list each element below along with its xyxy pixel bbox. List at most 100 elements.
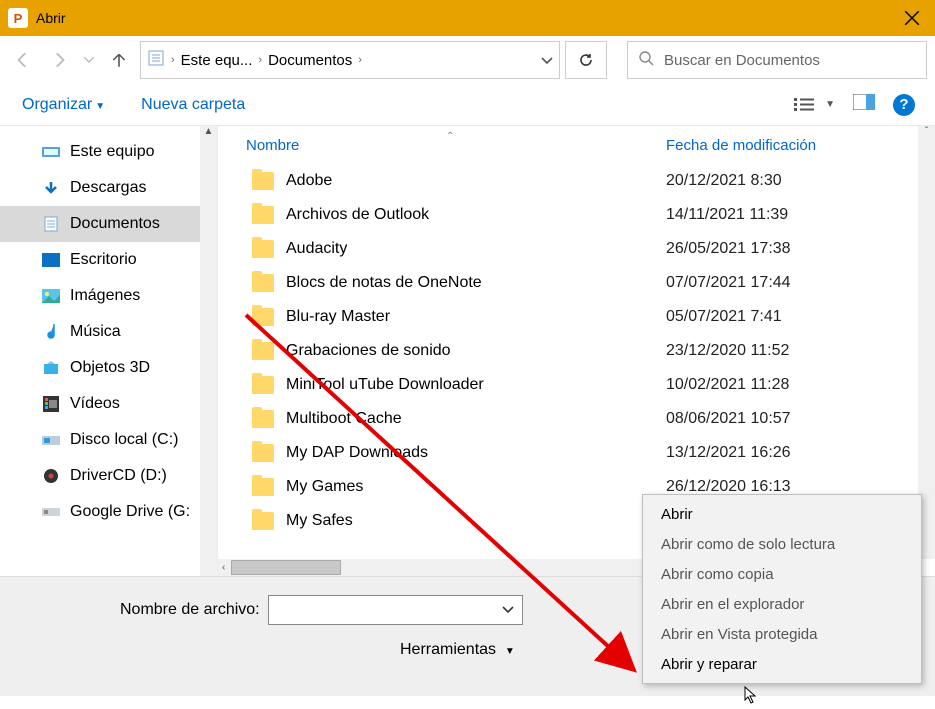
folder-icon <box>252 478 274 496</box>
tree-item[interactable]: Documentos <box>0 206 217 242</box>
close-button[interactable] <box>889 0 935 36</box>
tree-item-label: Disco local (C:) <box>70 431 178 449</box>
folder-icon <box>252 172 274 190</box>
tree-item-icon <box>42 289 60 303</box>
tree-item-icon <box>42 433 60 447</box>
tree-item-icon <box>42 396 60 412</box>
tree-item[interactable]: DriverCD (D:) <box>0 458 217 494</box>
chevron-right-icon: › <box>356 54 364 66</box>
tree-item[interactable]: Descargas <box>0 170 217 206</box>
recent-dropdown[interactable] <box>80 45 98 75</box>
file-row[interactable]: Multiboot Cache08/06/2021 10:57 <box>226 402 935 436</box>
file-row[interactable]: Archivos de Outlook14/11/2021 11:39 <box>226 198 935 232</box>
file-row[interactable]: My DAP Downloads13/12/2021 16:26 <box>226 436 935 470</box>
file-row[interactable]: Blu-ray Master05/07/2021 7:41 <box>226 300 935 334</box>
filename-label: Nombre de archivo: <box>120 601 260 619</box>
file-name: Archivos de Outlook <box>286 206 666 224</box>
folder-icon <box>252 274 274 292</box>
file-row[interactable]: MiniTool uTube Downloader10/02/2021 11:2… <box>226 368 935 402</box>
folder-icon <box>252 308 274 326</box>
file-name: Adobe <box>286 172 666 190</box>
tree-item[interactable]: Música <box>0 314 217 350</box>
menu-item[interactable]: Abrir <box>643 499 921 529</box>
tools-button[interactable]: Herramientas ▼ <box>400 641 515 659</box>
tree-item-icon <box>42 468 60 484</box>
filename-input[interactable] <box>268 595 523 625</box>
organize-button[interactable]: Organizar▼ <box>22 96 105 114</box>
file-name: Grabaciones de sonido <box>286 342 666 360</box>
tree-item[interactable]: Escritorio <box>0 242 217 278</box>
open-dropdown-menu: AbrirAbrir como de solo lecturaAbrir com… <box>642 494 922 684</box>
file-date: 14/11/2021 11:39 <box>666 206 788 224</box>
file-date: 07/07/2021 17:44 <box>666 274 791 292</box>
documents-icon <box>147 49 165 71</box>
menu-item[interactable]: Abrir en Vista protegida <box>643 619 921 649</box>
tree-item-icon <box>42 180 60 196</box>
toolbar: Organizar▼ Nueva carpeta ▼ ? <box>0 84 935 126</box>
file-name: Multiboot Cache <box>286 410 666 428</box>
file-date: 08/06/2021 10:57 <box>666 410 791 428</box>
file-row[interactable]: Blocs de notas de OneNote07/07/2021 17:4… <box>226 266 935 300</box>
file-name: My Safes <box>286 512 666 530</box>
help-button[interactable]: ? <box>893 94 915 116</box>
refresh-button[interactable] <box>565 41 607 79</box>
tree-item[interactable]: Vídeos <box>0 386 217 422</box>
folder-icon <box>252 444 274 462</box>
file-row[interactable]: Adobe20/12/2021 8:30 <box>226 164 935 198</box>
file-name: Audacity <box>286 240 666 258</box>
tree-item-icon <box>42 253 60 267</box>
folder-icon <box>252 410 274 428</box>
tree-item-icon <box>42 506 60 518</box>
preview-pane-button[interactable] <box>853 94 875 115</box>
tree-item[interactable]: Google Drive (G: <box>0 494 217 530</box>
tree-item-label: Objetos 3D <box>70 359 150 377</box>
breadcrumb[interactable]: › Este equ... › Documentos › <box>140 41 560 79</box>
breadcrumb-seg[interactable]: Documentos <box>268 52 352 69</box>
folder-icon <box>252 376 274 394</box>
search-placeholder: Buscar en Documentos <box>664 52 820 69</box>
search-input[interactable]: Buscar en Documentos <box>627 41 927 79</box>
tree-item[interactable]: Objetos 3D <box>0 350 217 386</box>
tree-item[interactable]: Imágenes <box>0 278 217 314</box>
menu-item[interactable]: Abrir como copia <box>643 559 921 589</box>
folder-icon <box>252 240 274 258</box>
tree-scrollbar[interactable]: ▲ <box>200 126 217 576</box>
search-icon <box>638 50 654 70</box>
tree-item-label: Documentos <box>70 215 160 233</box>
tree-item-label: Este equipo <box>70 143 155 161</box>
nav-row: › Este equ... › Documentos › Buscar en D… <box>0 36 935 84</box>
file-date: 20/12/2021 8:30 <box>666 172 782 190</box>
file-date: 05/07/2021 7:41 <box>666 308 782 326</box>
folder-icon <box>252 206 274 224</box>
file-name: Blu-ray Master <box>286 308 666 326</box>
file-name: MiniTool uTube Downloader <box>286 376 666 394</box>
breadcrumb-dropdown[interactable] <box>541 52 553 69</box>
folder-icon <box>252 512 274 530</box>
file-row[interactable]: Grabaciones de sonido23/12/2020 11:52 <box>226 334 935 368</box>
tree-item-icon <box>42 360 60 376</box>
back-button[interactable] <box>8 45 38 75</box>
tree-item-label: Escritorio <box>70 251 137 269</box>
sort-asc-icon: ⌃ <box>446 131 454 142</box>
tree-item[interactable]: Este equipo <box>0 134 217 170</box>
col-date[interactable]: Fecha de modificación <box>666 137 918 154</box>
tree-item-icon <box>42 216 60 232</box>
up-button[interactable] <box>104 45 134 75</box>
menu-item[interactable]: Abrir en el explorador <box>643 589 921 619</box>
nav-tree: Este equipo Descargas Documentos Escritorio… <box>0 126 218 576</box>
file-date: 23/12/2020 11:52 <box>666 342 789 360</box>
menu-item[interactable]: Abrir como de solo lectura <box>643 529 921 559</box>
tree-item-label: Vídeos <box>70 395 120 413</box>
file-name: My Games <box>286 478 666 496</box>
new-folder-button[interactable]: Nueva carpeta <box>141 96 245 114</box>
breadcrumb-seg[interactable]: Este equ... <box>181 52 253 69</box>
menu-item[interactable]: Abrir y reparar <box>643 649 921 679</box>
tree-item[interactable]: Disco local (C:) <box>0 422 217 458</box>
window-title: Abrir <box>36 10 66 26</box>
forward-button[interactable] <box>44 45 74 75</box>
file-row[interactable]: Audacity26/05/2021 17:38 <box>226 232 935 266</box>
tree-item-label: Música <box>70 323 121 341</box>
view-button[interactable]: ▼ <box>794 97 835 113</box>
file-name: Blocs de notas de OneNote <box>286 274 666 292</box>
col-name[interactable]: ⌃ Nombre <box>226 137 666 154</box>
